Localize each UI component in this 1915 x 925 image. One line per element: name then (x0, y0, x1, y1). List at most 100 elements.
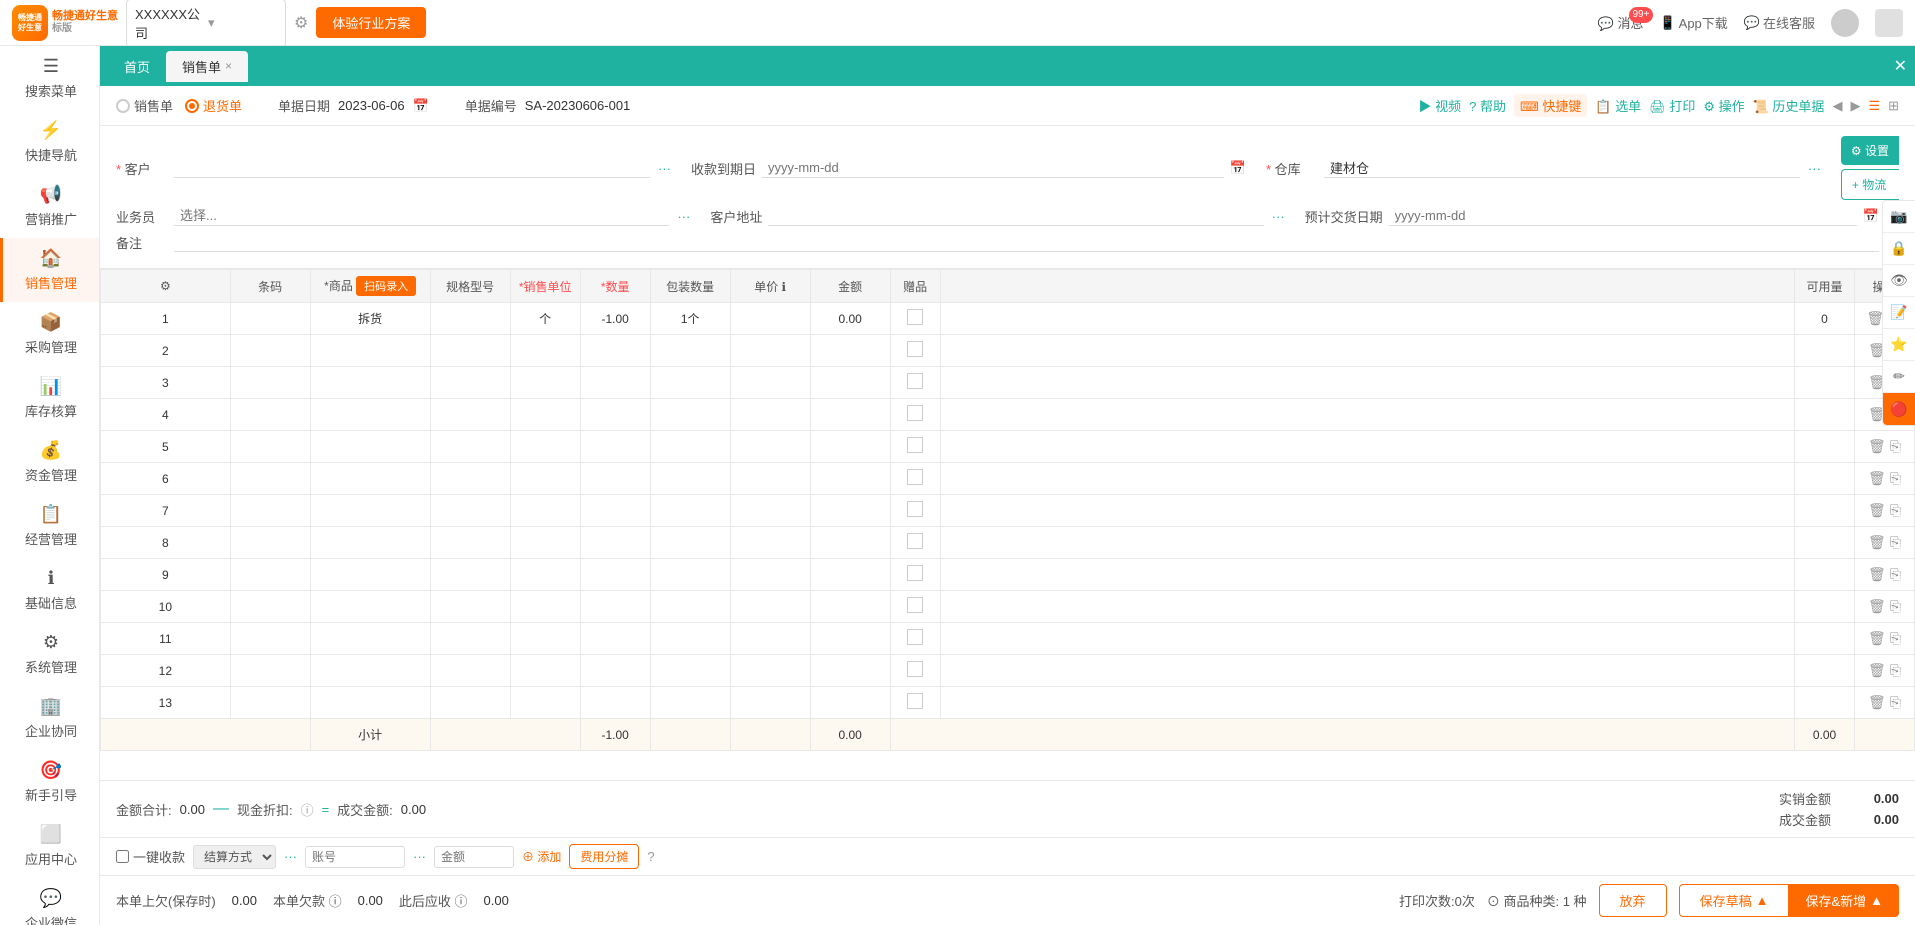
window-close-icon[interactable]: ✕ (1894, 56, 1907, 76)
one-pay-check[interactable] (116, 850, 129, 863)
settings-icon[interactable]: ⚙ (294, 13, 308, 33)
scan-button[interactable]: 扫码录入 (356, 276, 416, 296)
salesperson-input[interactable] (174, 206, 669, 226)
add-payment-button[interactable]: ⊕ 添加 (522, 848, 561, 865)
float-lock-icon[interactable]: 🔒 (1883, 233, 1915, 265)
gift-checkbox[interactable] (907, 661, 923, 677)
delete-icon[interactable]: 🗑 (1868, 470, 1886, 486)
due-date-input[interactable] (762, 158, 1224, 178)
sidebar-item-quick-nav[interactable]: ⚡ 快捷导航 (0, 110, 99, 174)
gift-checkbox[interactable] (907, 341, 923, 357)
action-history[interactable]: 📜 历史单据 (1753, 96, 1825, 115)
warehouse-input[interactable] (1324, 158, 1800, 178)
salesperson-dots[interactable]: ··· (677, 209, 690, 224)
barcode-input[interactable] (239, 312, 302, 326)
action-ops[interactable]: ⚙ 操作 (1703, 96, 1744, 115)
user-menu[interactable] (1875, 9, 1903, 37)
customer-addr-dots[interactable]: ··· (1272, 209, 1285, 224)
gift-checkbox[interactable] (907, 565, 923, 581)
delete-icon[interactable]: 🗑 (1868, 534, 1886, 550)
gift-checkbox[interactable] (907, 309, 923, 325)
delete-icon[interactable]: 🗑 (1868, 694, 1886, 710)
action-print[interactable]: 🖨 打印 (1649, 96, 1695, 115)
sidebar-item-sales[interactable]: 🏠 销售管理 (0, 238, 99, 302)
copy-icon[interactable]: ⎘ (1890, 662, 1901, 678)
delete-icon[interactable]: 🗑 (1868, 438, 1886, 454)
chevron-down-icon[interactable]: ▾ (208, 15, 277, 31)
trial-button[interactable]: 体验行业方案 (316, 7, 426, 38)
float-eye-icon[interactable]: 👁 (1883, 265, 1915, 297)
tab-sales-order[interactable]: 销售单 × (166, 51, 248, 82)
delete-icon[interactable]: 🗑 (1868, 566, 1886, 582)
abandon-button[interactable]: 放弃 (1599, 884, 1667, 917)
account-dots[interactable]: ··· (413, 849, 426, 864)
save-new-button[interactable]: 保存&新增 ▲ (1789, 884, 1899, 917)
calendar-icon[interactable]: 📅 (413, 98, 429, 114)
sidebar-item-operations[interactable]: 📋 经营管理 (0, 494, 99, 558)
gift-checkbox[interactable] (907, 693, 923, 709)
save-draft-button[interactable]: 保存草稿 ▲ (1679, 884, 1790, 917)
app-download-button[interactable]: 📱App下载 (1659, 13, 1727, 32)
one-pay-checkbox[interactable]: 一键收款 (116, 847, 185, 866)
note-input[interactable] (174, 232, 1879, 252)
copy-icon[interactable]: ⎘ (1890, 598, 1901, 614)
customer-input[interactable] (174, 158, 650, 178)
calc-dots[interactable]: ··· (284, 849, 297, 864)
customer-addr-input[interactable] (768, 206, 1263, 226)
fee-help-icon[interactable]: ? (647, 849, 654, 864)
sidebar-item-finance[interactable]: 💰 资金管理 (0, 430, 99, 494)
float-camera-icon[interactable]: 📷 (1883, 201, 1915, 233)
expected-date-calendar-icon[interactable]: 📅 (1863, 208, 1879, 224)
sidebar-item-search[interactable]: ☰ 搜索菜单 (0, 46, 99, 110)
action-select[interactable]: 📋 选单 (1595, 96, 1641, 115)
account-input[interactable] (305, 846, 405, 868)
nav-next-icon[interactable]: ▶ (1850, 98, 1860, 114)
view-grid-icon[interactable]: ⊞ (1888, 98, 1899, 114)
gift-checkbox[interactable] (907, 533, 923, 549)
tab-close-icon[interactable]: × (225, 59, 232, 73)
company-selector[interactable]: XXXXXX公司 ▾ (126, 0, 286, 47)
radio-sales-order[interactable]: 销售单 (116, 96, 173, 115)
sidebar-item-base-info[interactable]: ℹ 基础信息 (0, 558, 99, 622)
copy-icon[interactable]: ⎘ (1890, 630, 1901, 646)
sidebar-item-system[interactable]: ⚙ 系统管理 (0, 622, 99, 686)
view-list-icon[interactable]: ☰ (1868, 98, 1880, 114)
sidebar-item-marketing[interactable]: 📢 营销推广 (0, 174, 99, 238)
calc-method-select[interactable]: 结算方式 (193, 845, 276, 869)
tab-home[interactable]: 首页 (108, 51, 166, 82)
copy-icon[interactable]: ⎘ (1890, 694, 1901, 710)
warehouse-dots[interactable]: ··· (1808, 161, 1821, 176)
float-edit-icon[interactable]: ✏ (1883, 361, 1915, 393)
delete-icon[interactable]: 🗑 (1868, 598, 1886, 614)
sidebar-item-appstore[interactable]: ⬜ 应用中心 (0, 814, 99, 878)
gift-checkbox[interactable] (907, 437, 923, 453)
spec-input[interactable] (439, 312, 502, 326)
message-button[interactable]: 💬 消息 99+ (1598, 13, 1644, 32)
gift-checkbox[interactable] (907, 469, 923, 485)
gift-checkbox[interactable] (907, 629, 923, 645)
copy-icon[interactable]: ⎘ (1890, 470, 1901, 486)
avatar[interactable] (1831, 9, 1859, 37)
float-star-icon[interactable]: ⭐ (1883, 329, 1915, 361)
action-shortcut[interactable]: ⌨ 快捷键 (1514, 94, 1587, 117)
settings-button[interactable]: ⚙ 设置 (1841, 136, 1899, 165)
gift-checkbox[interactable] (907, 405, 923, 421)
amount-input[interactable] (434, 846, 514, 868)
expected-date-input[interactable] (1389, 206, 1857, 226)
copy-icon[interactable]: ⎘ (1890, 534, 1901, 550)
fee-split-button[interactable]: 费用分摊 (569, 844, 639, 869)
customer-dots[interactable]: ··· (658, 161, 671, 176)
help-circle-icon[interactable]: ⓘ (301, 800, 314, 819)
action-video[interactable]: ▶ 视频 (1419, 96, 1462, 115)
gift-checkbox[interactable] (907, 501, 923, 517)
sidebar-item-purchase[interactable]: 📦 采购管理 (0, 302, 99, 366)
delete-icon[interactable]: 🗑 (1868, 662, 1886, 678)
copy-icon[interactable]: ⎘ (1890, 502, 1901, 518)
online-service-button[interactable]: 💬在线客服 (1744, 13, 1815, 32)
sidebar-item-inventory[interactable]: 📊 库存核算 (0, 366, 99, 430)
sidebar-item-enterprise[interactable]: 🏢 企业协同 (0, 686, 99, 750)
copy-icon[interactable]: ⎘ (1890, 438, 1901, 454)
gift-checkbox[interactable] (907, 373, 923, 389)
radio-return-order[interactable]: 退货单 (185, 96, 242, 115)
nav-prev-icon[interactable]: ◀ (1832, 98, 1842, 114)
